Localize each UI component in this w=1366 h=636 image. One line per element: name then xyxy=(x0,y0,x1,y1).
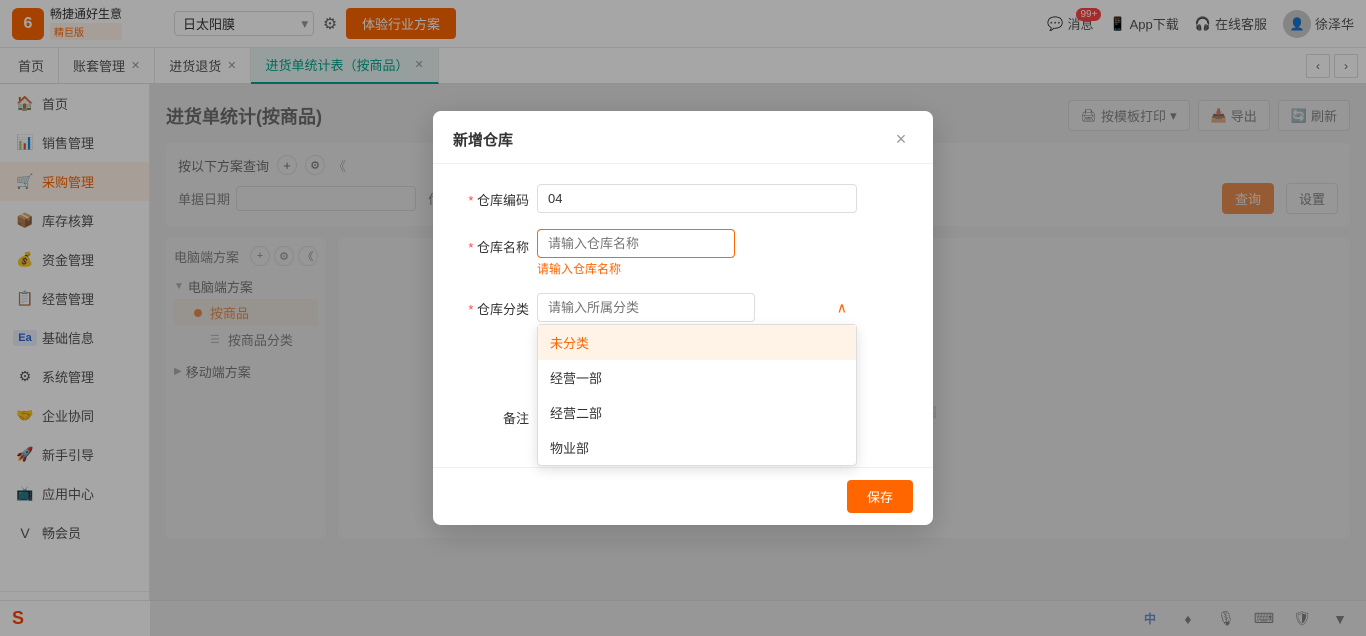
form-row-category: 仓库分类 ∧ 未分类 经营一部 经营二部 物业部 xyxy=(457,293,909,322)
note-label: 备注 xyxy=(457,402,537,427)
name-label: 仓库名称 xyxy=(457,231,537,256)
name-input[interactable] xyxy=(537,229,735,258)
save-button[interactable]: 保存 xyxy=(847,480,913,513)
category-dropdown-arrow: ∧ xyxy=(837,299,847,316)
modal-overlay: 新增仓库 × 仓库编码 仓库名称 请输入仓库名称 仓库分类 xyxy=(0,0,1366,636)
modal-title: 新增仓库 xyxy=(453,129,513,150)
category-input[interactable] xyxy=(537,293,755,322)
modal-body: 仓库编码 仓库名称 请输入仓库名称 仓库分类 ∧ 未分类 xyxy=(433,164,933,467)
modal-header: 新增仓库 × xyxy=(433,111,933,164)
code-input[interactable] xyxy=(537,184,857,213)
dropdown-item-dept2[interactable]: 经营二部 xyxy=(538,395,856,430)
form-row-name: 仓库名称 请输入仓库名称 xyxy=(457,229,909,277)
modal-footer: 保存 xyxy=(433,467,933,525)
modal-close-button[interactable]: × xyxy=(889,127,913,151)
name-error-msg: 请输入仓库名称 xyxy=(457,260,621,277)
dropdown-item-property[interactable]: 物业部 xyxy=(538,430,856,465)
dropdown-item-dept1[interactable]: 经营一部 xyxy=(538,360,856,395)
category-dropdown-list: 未分类 经营一部 经营二部 物业部 xyxy=(537,324,857,466)
dropdown-item-unclassified[interactable]: 未分类 xyxy=(538,325,856,360)
code-label: 仓库编码 xyxy=(457,184,537,209)
form-row-code: 仓库编码 xyxy=(457,184,909,213)
modal-new-warehouse: 新增仓库 × 仓库编码 仓库名称 请输入仓库名称 仓库分类 xyxy=(433,111,933,525)
category-label: 仓库分类 xyxy=(457,293,537,318)
